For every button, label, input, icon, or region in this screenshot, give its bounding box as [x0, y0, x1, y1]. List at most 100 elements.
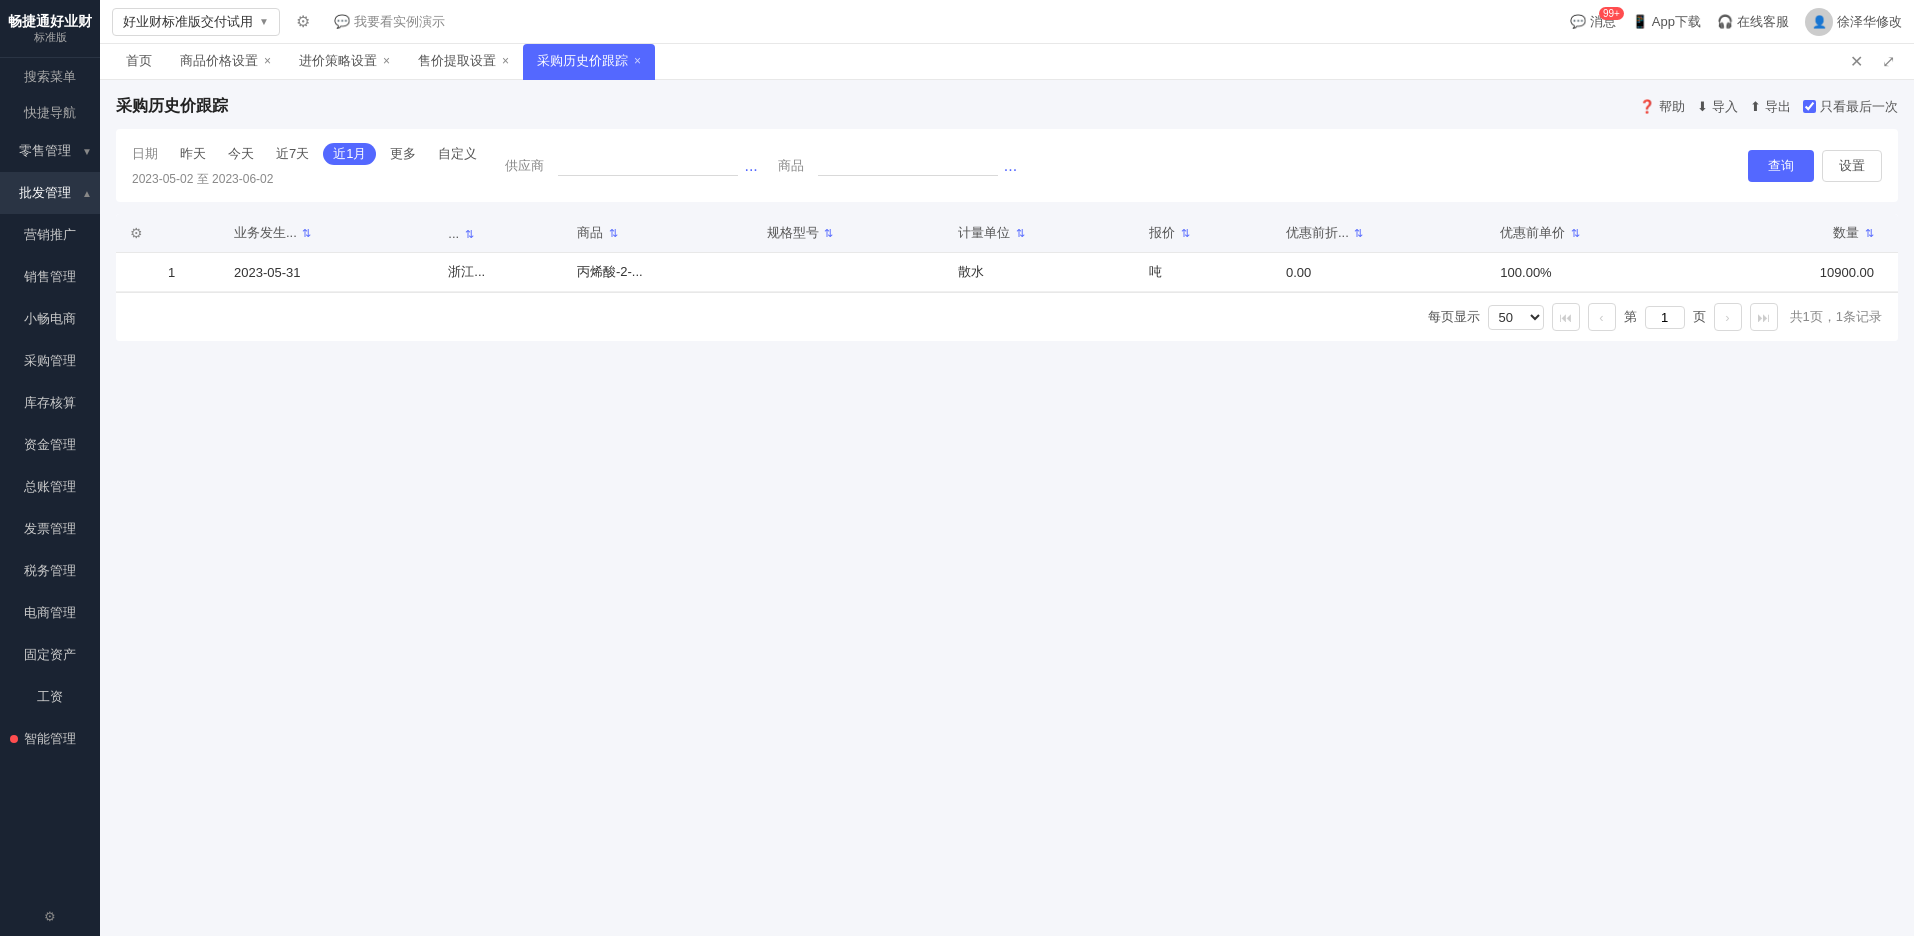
- supplier-input-wrap: ...: [558, 156, 757, 176]
- page-title: 采购历史价跟踪: [116, 96, 228, 117]
- th-quantity[interactable]: 数量 ⇅: [1707, 214, 1898, 253]
- sidebar-item-ledger-label: 总账管理: [8, 478, 92, 496]
- sidebar-item-sales[interactable]: 销售管理: [0, 256, 100, 298]
- sidebar-item-finance[interactable]: 资金管理: [0, 424, 100, 466]
- sidebar-item-inventory[interactable]: 库存核算: [0, 382, 100, 424]
- online-service-button[interactable]: 🎧 在线客服: [1717, 13, 1789, 31]
- gear-icon[interactable]: ⚙: [130, 225, 143, 241]
- sidebar-item-invoice-label: 发票管理: [8, 520, 92, 538]
- sort-icon: ⇅: [1865, 227, 1874, 239]
- sort-icon: ⇅: [1181, 227, 1190, 239]
- first-page-button[interactable]: ⏮: [1552, 303, 1580, 331]
- tab-sale-price[interactable]: 售价提取设置 ×: [404, 44, 523, 80]
- last1month-btn[interactable]: 近1月: [323, 143, 376, 165]
- version-selector[interactable]: 好业财标准版交付试用 ▼: [112, 8, 280, 36]
- per-page-select[interactable]: 50 20 100 200: [1488, 305, 1544, 330]
- tab-strategy-settings-label: 进价策略设置: [299, 52, 377, 70]
- filter-actions: 查询 设置: [1748, 150, 1882, 182]
- per-page-label: 每页显示: [1428, 308, 1480, 326]
- logo-title: 畅捷通好业财: [8, 12, 92, 30]
- export-button[interactable]: ⬆ 导出: [1750, 98, 1791, 116]
- table-row: 1 2023-05-31 浙江... 丙烯酸-2-... 散水 吨 0.00 1…: [116, 253, 1898, 292]
- more-btn[interactable]: 更多: [382, 143, 424, 165]
- goods-more-icon[interactable]: ...: [1004, 157, 1017, 175]
- tabs-right-controls: ✕ ⤢: [1842, 48, 1902, 76]
- import-icon: ⬇: [1697, 99, 1708, 114]
- tab-purchase-history[interactable]: 采购历史价跟踪 ×: [523, 44, 655, 80]
- tab-strategy-settings[interactable]: 进价策略设置 ×: [285, 44, 404, 80]
- app-download-button[interactable]: 📱 App下载: [1632, 13, 1701, 31]
- goods-input[interactable]: [818, 156, 998, 176]
- th-quote-label: 报价: [1149, 225, 1175, 240]
- sidebar: 畅捷通好业财 标准版 搜索菜单 快捷导航 零售管理 ▼ 批发管理 ▲ 营销推广 …: [0, 0, 100, 936]
- expand-tab-button[interactable]: ⤢: [1874, 48, 1902, 76]
- sidebar-item-purchase[interactable]: 采购管理: [0, 340, 100, 382]
- settings-button[interactable]: 设置: [1822, 150, 1882, 182]
- th-seq: [156, 214, 222, 253]
- th-business-date[interactable]: 业务发生... ⇅: [222, 214, 436, 253]
- gear-icon[interactable]: ⚙: [288, 8, 318, 35]
- last-page-button[interactable]: ⏭: [1750, 303, 1778, 331]
- message-button[interactable]: 💬 消息 99+: [1570, 13, 1616, 31]
- page-input[interactable]: [1645, 306, 1685, 329]
- th-spec[interactable]: 规格型号 ⇅: [755, 214, 946, 253]
- sidebar-item-search[interactable]: 搜索菜单: [0, 58, 100, 96]
- td-seq: 1: [156, 253, 222, 292]
- sidebar-item-assets[interactable]: 固定资产: [0, 634, 100, 676]
- data-table: ⚙ 业务发生... ⇅ ... ⇅ 商品 ⇅: [116, 214, 1898, 292]
- sidebar-item-purchase-label: 采购管理: [8, 352, 92, 370]
- custom-btn[interactable]: 自定义: [430, 143, 485, 165]
- sidebar-item-salary[interactable]: 工资: [0, 676, 100, 718]
- supplier-more-icon[interactable]: ...: [744, 157, 757, 175]
- import-button[interactable]: ⬇ 导入: [1697, 98, 1738, 116]
- close-tab-button[interactable]: ✕: [1842, 48, 1870, 76]
- sidebar-item-tax[interactable]: 税务管理: [0, 550, 100, 592]
- sidebar-item-ecommerce-small[interactable]: 小畅电商: [0, 298, 100, 340]
- sort-icon: ⇅: [1571, 227, 1580, 239]
- query-button[interactable]: 查询: [1748, 150, 1814, 182]
- demo-link[interactable]: 💬 我要看实例演示: [334, 13, 445, 31]
- td-quote: 吨: [1137, 253, 1274, 292]
- date-buttons: 昨天 今天 近7天 近1月 更多 自定义: [172, 143, 485, 165]
- chevron-down-icon: ▼: [82, 146, 92, 157]
- sidebar-item-quicknav[interactable]: 快捷导航: [0, 96, 100, 130]
- sidebar-item-finance-label: 资金管理: [8, 436, 92, 454]
- sort-icon: ⇅: [1354, 227, 1363, 239]
- last-only-checkbox[interactable]: [1803, 100, 1816, 113]
- sidebar-item-wholesale[interactable]: 批发管理 ▲: [0, 172, 100, 214]
- today-btn[interactable]: 今天: [220, 143, 262, 165]
- sort-icon: ⇅: [302, 227, 311, 239]
- tab-home[interactable]: 首页: [112, 44, 166, 80]
- yesterday-btn[interactable]: 昨天: [172, 143, 214, 165]
- close-icon[interactable]: ×: [264, 54, 271, 68]
- sidebar-item-ai[interactable]: 智能管理: [0, 718, 100, 760]
- app-download-label: App下载: [1652, 13, 1701, 31]
- th-unit[interactable]: 计量单位 ⇅: [946, 214, 1137, 253]
- close-icon[interactable]: ×: [502, 54, 509, 68]
- sidebar-item-marketing[interactable]: 营销推广: [0, 214, 100, 256]
- th-quote[interactable]: 报价 ⇅: [1137, 214, 1274, 253]
- close-icon[interactable]: ×: [634, 54, 641, 68]
- sidebar-item-ledger[interactable]: 总账管理: [0, 466, 100, 508]
- chevron-up-icon: ▲: [82, 188, 92, 199]
- last7-btn[interactable]: 近7天: [268, 143, 317, 165]
- th-spec-label: 规格型号: [767, 225, 819, 240]
- close-icon[interactable]: ×: [383, 54, 390, 68]
- th-pre-discount-price[interactable]: 优惠前单价 ⇅: [1488, 214, 1707, 253]
- help-button[interactable]: ❓ 帮助: [1639, 98, 1685, 116]
- sidebar-item-ecommerce[interactable]: 电商管理: [0, 592, 100, 634]
- last-only-checkbox-label: 只看最后一次: [1803, 98, 1898, 116]
- th-unit-label: 计量单位: [958, 225, 1010, 240]
- sidebar-item-retail[interactable]: 零售管理 ▼: [0, 130, 100, 172]
- th-more[interactable]: ... ⇅: [436, 214, 565, 253]
- th-discount-label: 优惠前折...: [1286, 225, 1349, 240]
- tab-price-settings[interactable]: 商品价格设置 ×: [166, 44, 285, 80]
- th-discount[interactable]: 优惠前折... ⇅: [1274, 214, 1488, 253]
- prev-page-button[interactable]: ‹: [1588, 303, 1616, 331]
- sidebar-settings-icon[interactable]: ⚙: [0, 897, 100, 936]
- sidebar-item-invoice[interactable]: 发票管理: [0, 508, 100, 550]
- user-menu[interactable]: 👤 徐泽华修改: [1805, 8, 1902, 36]
- next-page-button[interactable]: ›: [1714, 303, 1742, 331]
- th-goods[interactable]: 商品 ⇅: [565, 214, 755, 253]
- supplier-input[interactable]: [558, 156, 738, 176]
